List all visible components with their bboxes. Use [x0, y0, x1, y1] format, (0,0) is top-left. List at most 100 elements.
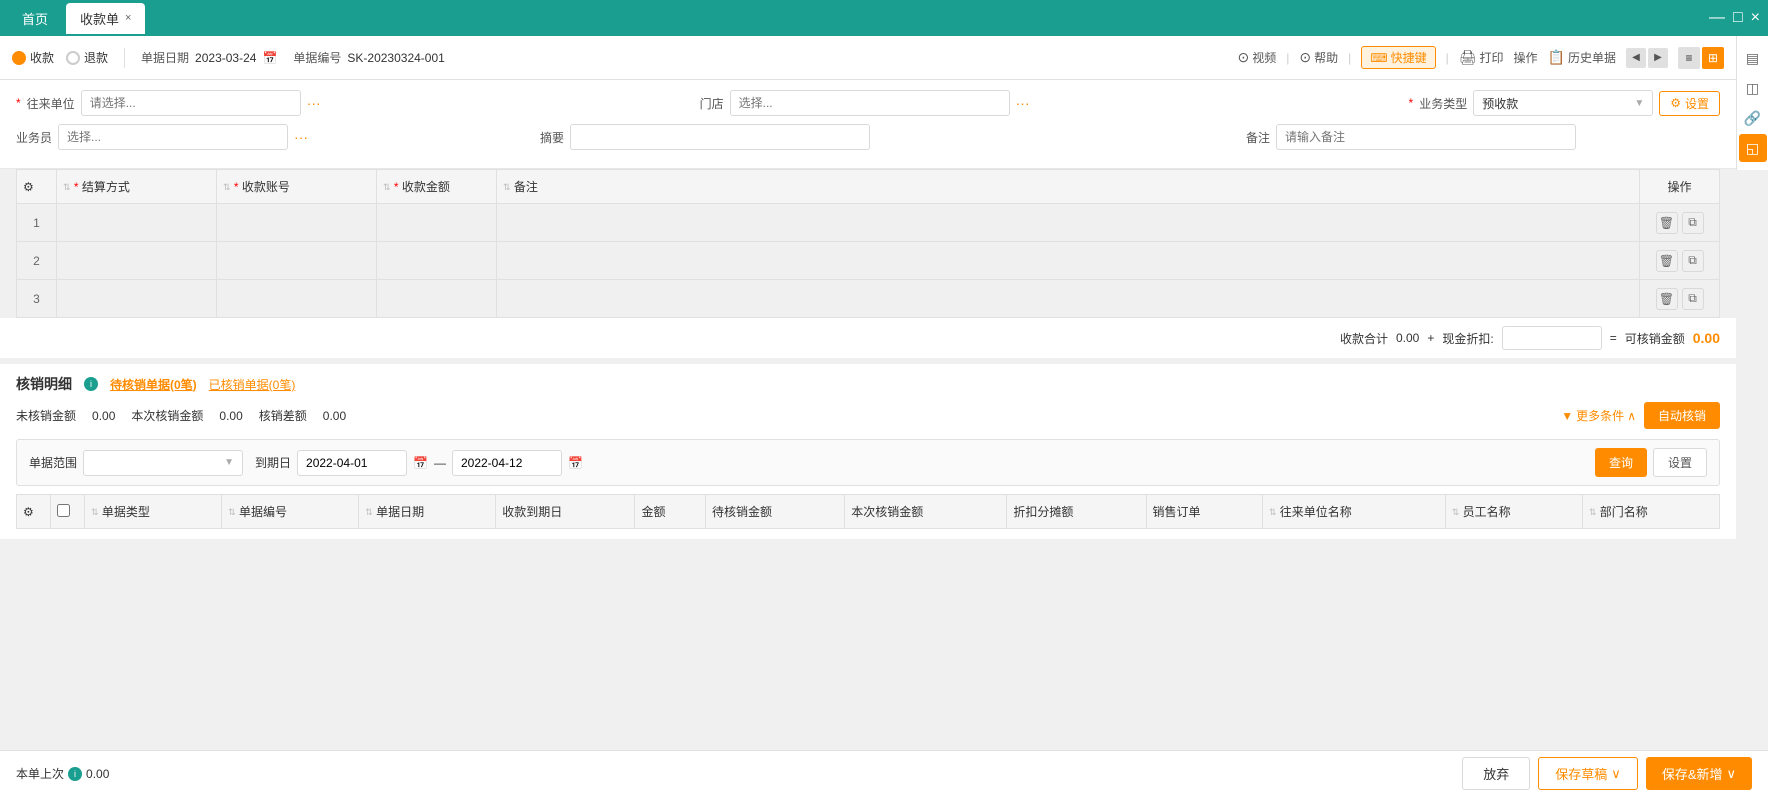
row2-amount[interactable]	[377, 242, 497, 280]
row2-delete-btn[interactable]: 🗑	[1656, 250, 1678, 272]
table-settings-icon[interactable]: ⚙	[23, 180, 34, 194]
nav-next-btn[interactable]: ▶	[1648, 48, 1668, 68]
more-conditions-label: 更多条件	[1576, 407, 1624, 424]
net-value: 0.00	[1693, 330, 1720, 346]
help-btn[interactable]: ⊙ 帮助	[1299, 49, 1338, 66]
row3-account[interactable]	[217, 280, 377, 318]
sort-settlement[interactable]: ⇅	[63, 183, 71, 192]
sort-amount[interactable]: ⇅	[383, 183, 391, 192]
sort-staff[interactable]: ⇅	[1452, 508, 1460, 517]
save-new-btn[interactable]: 保存&新增 ∨	[1646, 757, 1752, 790]
row3-settlement[interactable]	[57, 280, 217, 318]
row1-account[interactable]	[217, 204, 377, 242]
verify-header: 核销明细 i 待核销单据(0笔) 已核销单据(0笔)	[16, 374, 1720, 394]
staff-label: 业务员	[16, 129, 52, 146]
sort-doc-date[interactable]: ⇅	[365, 508, 373, 517]
done-tab[interactable]: 已核销单据(0笔)	[209, 376, 296, 393]
note-input[interactable]	[1276, 124, 1576, 150]
date-from-input[interactable]	[297, 450, 407, 476]
business-type-select[interactable]: 预收款 ▼	[1473, 90, 1653, 116]
conditions-chevron: ∧	[1627, 409, 1636, 423]
diff-label: 核销差额	[259, 407, 307, 424]
sidebar-link-icon[interactable]: 🔗	[1739, 104, 1767, 132]
history-btn[interactable]: 📋 历史单据	[1548, 49, 1616, 66]
select-all-checkbox[interactable]	[57, 504, 70, 517]
sort-shop[interactable]: ⇅	[1589, 508, 1597, 517]
date-to-input[interactable]	[452, 450, 562, 476]
staff-more-icon[interactable]: ···	[294, 129, 308, 145]
tab-close-icon[interactable]: ×	[125, 12, 131, 24]
staff-input[interactable]	[58, 124, 288, 150]
footer-info-icon[interactable]: i	[68, 767, 82, 781]
list-view-btn[interactable]: ≡	[1678, 47, 1700, 69]
sort-account[interactable]: ⇅	[223, 183, 231, 192]
shortcut-label: 快捷键	[1391, 49, 1427, 66]
summary-label: 摘要	[540, 129, 564, 146]
abandon-btn[interactable]: 放弃	[1462, 757, 1530, 790]
row1-copy-btn[interactable]: ⧉	[1682, 212, 1704, 234]
col-settings[interactable]: ⚙	[17, 170, 57, 204]
sidebar-layout-icon[interactable]: ◫	[1739, 74, 1767, 102]
sidebar-table-icon[interactable]: ▤	[1739, 44, 1767, 72]
row3-delete-btn[interactable]: 🗑	[1656, 288, 1678, 310]
shortcut-btn[interactable]: ⌨ 快捷键	[1361, 46, 1435, 69]
shop-input[interactable]	[730, 90, 1010, 116]
nav-prev-btn[interactable]: ◀	[1626, 48, 1646, 68]
bottom-col-doc-type: ⇅ 单据类型	[85, 495, 222, 529]
receipt-type-radio: 收款 退款	[12, 49, 108, 66]
sidebar-expand-icon[interactable]: ◱	[1739, 134, 1767, 162]
row2-account[interactable]	[217, 242, 377, 280]
range-select[interactable]: ▼	[83, 450, 243, 476]
date-to-icon[interactable]: 📅	[568, 456, 583, 470]
bottom-col-doc-number: ⇅ 单据编号	[222, 495, 359, 529]
window-close-btn[interactable]: ×	[1751, 9, 1760, 27]
row2-settlement[interactable]	[57, 242, 217, 280]
query-label: 查询	[1609, 456, 1633, 470]
filter-setting-btn[interactable]: 设置	[1653, 448, 1707, 477]
counterpart-more-icon[interactable]: ···	[307, 95, 321, 111]
business-type-field: * 业务类型 预收款 ▼ ⚙ 设置	[1409, 90, 1720, 116]
counterpart-input[interactable]	[81, 90, 301, 116]
pending-tab[interactable]: 待核销单据(0笔)	[110, 376, 197, 393]
row-num-2: 2	[17, 242, 57, 280]
row1-settlement[interactable]	[57, 204, 217, 242]
sort-note[interactable]: ⇅	[503, 183, 511, 192]
radio-refund[interactable]: 退款	[66, 49, 108, 66]
radio-refund-label: 退款	[84, 49, 108, 66]
auto-verify-btn[interactable]: 自动核销	[1644, 402, 1720, 429]
row3-note[interactable]	[497, 280, 1640, 318]
print-btn[interactable]: 🖨 打印	[1459, 49, 1504, 66]
sort-doc-number[interactable]: ⇅	[228, 508, 236, 517]
row3-copy-btn[interactable]: ⧉	[1682, 288, 1704, 310]
row1-amount[interactable]	[377, 204, 497, 242]
window-maximize-btn[interactable]: □	[1733, 9, 1743, 27]
bottom-col-settings[interactable]: ⚙	[17, 495, 51, 529]
row2-note[interactable]	[497, 242, 1640, 280]
save-new-label: 保存&新增	[1662, 764, 1723, 783]
grid-view-btn[interactable]: ⊞	[1702, 47, 1724, 69]
tab-receipt[interactable]: 收款单 ×	[66, 3, 145, 34]
row1-note[interactable]	[497, 204, 1640, 242]
tab-home[interactable]: 首页	[8, 3, 62, 34]
window-minimize-btn[interactable]: —	[1709, 9, 1725, 27]
row1-delete-btn[interactable]: 🗑	[1656, 212, 1678, 234]
setting-btn[interactable]: ⚙ 设置	[1659, 91, 1720, 116]
query-btn[interactable]: 查询	[1595, 448, 1647, 477]
video-btn[interactable]: ⊙ 视频	[1238, 49, 1277, 66]
radio-receipt[interactable]: 收款	[12, 49, 54, 66]
summary-input[interactable]	[570, 124, 870, 150]
save-draft-btn[interactable]: 保存草稿 ∨	[1538, 757, 1638, 790]
sort-doc-type[interactable]: ⇅	[91, 508, 99, 517]
bottom-col-checkbox[interactable]	[51, 495, 85, 529]
date-range-dash: —	[434, 456, 446, 470]
operate-btn[interactable]: 操作	[1514, 49, 1538, 66]
sort-counterpart[interactable]: ⇅	[1269, 508, 1277, 517]
row2-copy-btn[interactable]: ⧉	[1682, 250, 1704, 272]
date-from-icon[interactable]: 📅	[413, 456, 428, 470]
discount-input[interactable]	[1502, 326, 1602, 350]
row3-amount[interactable]	[377, 280, 497, 318]
calendar-icon[interactable]: 📅	[262, 51, 277, 65]
verify-info-icon[interactable]: i	[84, 377, 98, 391]
more-conditions-btn[interactable]: ▼ 更多条件 ∧	[1561, 407, 1636, 424]
shop-more-icon[interactable]: ···	[1016, 95, 1030, 111]
